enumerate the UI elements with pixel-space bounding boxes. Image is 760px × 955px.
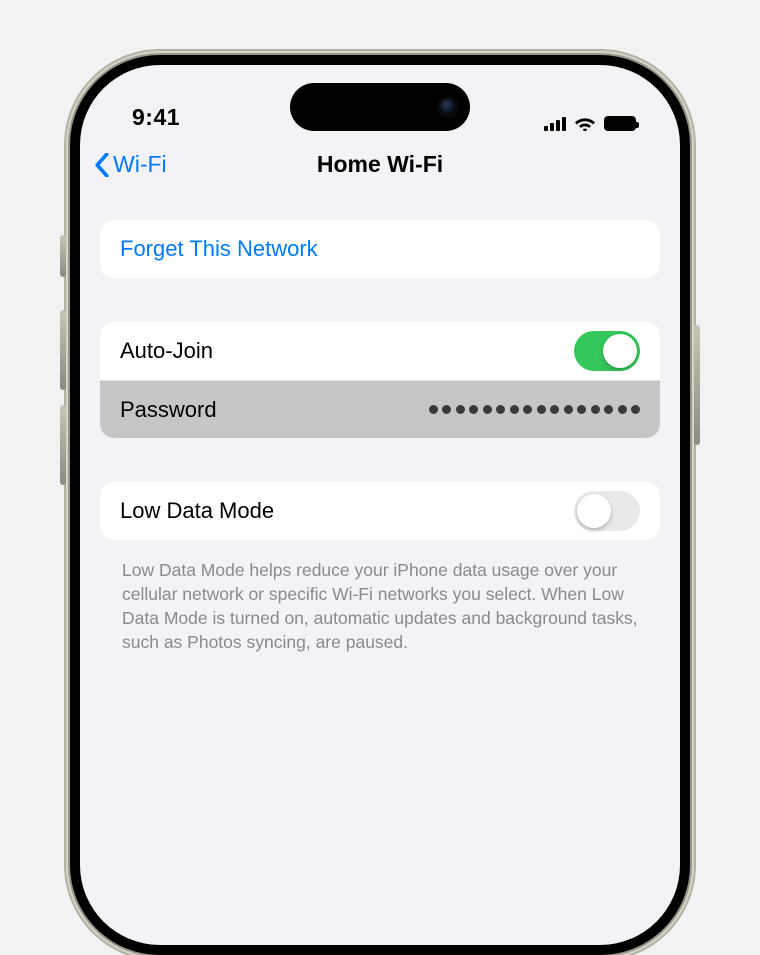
- auto-join-label: Auto-Join: [120, 338, 213, 364]
- group-low-data: Low Data Mode: [100, 482, 660, 540]
- page-title: Home Wi-Fi: [317, 151, 443, 178]
- status-time: 9:41: [132, 104, 180, 131]
- wifi-icon: [574, 115, 596, 131]
- back-label: Wi-Fi: [113, 151, 167, 178]
- group-join-password: Auto-Join Password: [100, 322, 660, 438]
- auto-join-toggle[interactable]: [574, 331, 640, 371]
- screen: 9:41 Wi-Fi Home Wi-Fi Forget This Networ…: [80, 65, 680, 945]
- phone-frame: 9:41 Wi-Fi Home Wi-Fi Forget This Networ…: [70, 55, 690, 955]
- battery-icon: [604, 116, 636, 131]
- cellular-signal-icon: [544, 116, 566, 131]
- nav-bar: Wi-Fi Home Wi-Fi: [80, 137, 680, 192]
- dynamic-island: [290, 83, 470, 131]
- low-data-footer: Low Data Mode helps reduce your iPhone d…: [100, 558, 660, 655]
- forget-network-button[interactable]: Forget This Network: [100, 220, 660, 278]
- volume-up-button: [60, 310, 66, 390]
- silent-switch: [60, 235, 66, 277]
- low-data-toggle[interactable]: [574, 491, 640, 531]
- password-label: Password: [120, 397, 217, 423]
- password-row[interactable]: Password: [100, 380, 660, 438]
- low-data-label: Low Data Mode: [120, 498, 274, 524]
- password-dots: [429, 405, 641, 414]
- side-button: [694, 325, 700, 445]
- back-button[interactable]: Wi-Fi: [94, 151, 167, 178]
- group-forget: Forget This Network: [100, 220, 660, 278]
- volume-down-button: [60, 405, 66, 485]
- auto-join-row: Auto-Join: [100, 322, 660, 380]
- content: Forget This Network Auto-Join Password L…: [80, 192, 680, 655]
- low-data-row: Low Data Mode: [100, 482, 660, 540]
- front-camera-icon: [440, 99, 456, 115]
- forget-network-label: Forget This Network: [120, 236, 318, 262]
- chevron-left-icon: [94, 153, 110, 177]
